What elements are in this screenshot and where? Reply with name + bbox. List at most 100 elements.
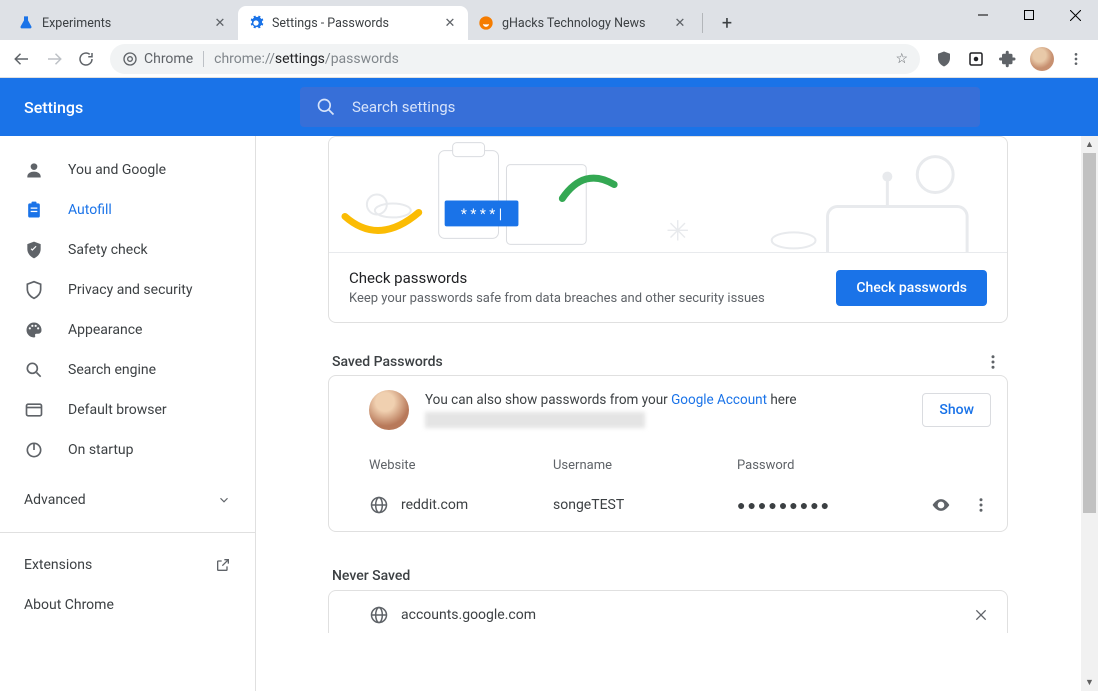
chevron-down-icon bbox=[217, 493, 231, 507]
new-tab-button[interactable]: + bbox=[713, 9, 741, 37]
url-text: chrome://settings/passwords bbox=[214, 51, 399, 67]
chip-label: Chrome bbox=[144, 51, 193, 67]
window-controls bbox=[960, 0, 1098, 30]
svg-text:✳︎: ✳︎ bbox=[666, 214, 689, 247]
sidebar-item-label: You and Google bbox=[68, 162, 166, 178]
back-button[interactable] bbox=[8, 45, 36, 73]
tab-experiments[interactable]: Experiments ✕ bbox=[8, 6, 238, 40]
col-username: Username bbox=[553, 458, 737, 473]
scrollbar[interactable]: ▲ ▼ bbox=[1081, 136, 1098, 691]
sidebar-item-label: Appearance bbox=[68, 322, 142, 338]
scroll-up-arrow[interactable]: ▲ bbox=[1081, 136, 1098, 153]
sidebar-about-chrome[interactable]: About Chrome bbox=[0, 585, 255, 625]
check-passwords-card: * * * * | ✳︎ Check bbox=[328, 136, 1008, 323]
sidebar-item-label: Safety check bbox=[68, 242, 148, 258]
page-title: Settings bbox=[0, 98, 300, 117]
never-saved-heading: Never Saved bbox=[328, 548, 1008, 590]
password-mask: ●●●●●●●●● bbox=[737, 497, 919, 514]
power-icon bbox=[24, 440, 44, 460]
sidebar-item-label: Search engine bbox=[68, 362, 156, 378]
sidebar-item-default-browser[interactable]: Default browser bbox=[0, 390, 255, 430]
password-row: reddit.com songeTEST ●●●●●●●●● bbox=[329, 483, 1007, 527]
advanced-label: Advanced bbox=[24, 492, 86, 508]
check-passwords-button[interactable]: Check passwords bbox=[836, 270, 987, 306]
search-icon bbox=[24, 360, 44, 380]
account-text-suffix: here bbox=[767, 392, 797, 408]
star-icon[interactable]: ☆ bbox=[895, 51, 908, 67]
flask-icon bbox=[18, 15, 34, 31]
col-password: Password bbox=[737, 458, 991, 473]
extensions-button[interactable] bbox=[994, 45, 1022, 73]
account-avatar bbox=[369, 390, 409, 430]
open-in-new-icon bbox=[215, 557, 231, 573]
reload-button[interactable] bbox=[72, 45, 100, 73]
sidebar-item-appearance[interactable]: Appearance bbox=[0, 310, 255, 350]
sidebar-extensions[interactable]: Extensions bbox=[0, 545, 255, 585]
forward-button[interactable] bbox=[40, 45, 68, 73]
google-account-link[interactable]: Google Account bbox=[671, 392, 767, 408]
sidebar-item-you-and-google[interactable]: You and Google bbox=[0, 150, 255, 190]
person-icon bbox=[24, 160, 44, 180]
sidebar-item-on-startup[interactable]: On startup bbox=[0, 430, 255, 470]
gear-icon bbox=[248, 15, 264, 31]
tab-ghacks[interactable]: gHacks Technology News ✕ bbox=[468, 6, 698, 40]
tab-title: Settings - Passwords bbox=[272, 16, 442, 31]
check-subtitle: Keep your passwords safe from data breac… bbox=[349, 291, 836, 306]
tab-settings-passwords[interactable]: Settings - Passwords ✕ bbox=[238, 6, 468, 40]
chrome-menu-button[interactable] bbox=[1062, 45, 1090, 73]
remove-never-saved-button[interactable] bbox=[971, 605, 991, 625]
username-value: songeTEST bbox=[553, 497, 737, 513]
browser-icon bbox=[24, 400, 44, 420]
search-input[interactable] bbox=[352, 98, 964, 116]
account-text-prefix: You can also show passwords from your bbox=[425, 392, 671, 408]
saved-passwords-heading: Saved Passwords bbox=[332, 354, 443, 370]
never-saved-site: accounts.google.com bbox=[401, 607, 536, 623]
check-title: Check passwords bbox=[349, 269, 836, 287]
tab-title: gHacks Technology News bbox=[502, 16, 672, 31]
close-icon[interactable]: ✕ bbox=[212, 15, 228, 31]
never-saved-row: accounts.google.com bbox=[329, 591, 1007, 633]
close-icon[interactable]: ✕ bbox=[672, 15, 688, 31]
address-bar[interactable]: Chrome chrome://settings/passwords ☆ bbox=[110, 44, 920, 74]
chrome-chip: Chrome bbox=[122, 51, 204, 67]
close-window-button[interactable] bbox=[1052, 0, 1098, 30]
redacted-email bbox=[425, 412, 645, 428]
scroll-down-arrow[interactable]: ▼ bbox=[1081, 674, 1098, 691]
ublock-icon[interactable] bbox=[930, 45, 958, 73]
sidebar-item-safety-check[interactable]: Safety check bbox=[0, 230, 255, 270]
extensions-label: Extensions bbox=[24, 557, 92, 573]
sidebar-item-autofill[interactable]: Autofill bbox=[0, 190, 255, 230]
sidebar-item-privacy[interactable]: Privacy and security bbox=[0, 270, 255, 310]
sidebar-item-label: Autofill bbox=[68, 202, 112, 218]
palette-icon bbox=[24, 320, 44, 340]
profile-avatar[interactable] bbox=[1030, 47, 1054, 71]
globe-icon bbox=[369, 605, 389, 625]
site-name[interactable]: reddit.com bbox=[401, 497, 468, 513]
content-area: * * * * | ✳︎ Check bbox=[256, 136, 1098, 691]
settings-search[interactable] bbox=[300, 87, 980, 127]
banner-illustration: * * * * | ✳︎ bbox=[329, 137, 1007, 253]
extension-icon-1[interactable] bbox=[962, 45, 990, 73]
scroll-thumb[interactable] bbox=[1083, 153, 1096, 513]
col-website: Website bbox=[369, 458, 553, 473]
show-passwords-button[interactable]: Show bbox=[922, 393, 991, 427]
shield-check-icon bbox=[24, 240, 44, 260]
divider bbox=[0, 532, 255, 533]
about-label: About Chrome bbox=[24, 597, 114, 613]
shield-icon bbox=[24, 280, 44, 300]
globe-icon bbox=[369, 495, 389, 515]
google-account-row: You can also show passwords from your Go… bbox=[329, 376, 1007, 444]
minimize-button[interactable] bbox=[960, 0, 1006, 30]
sidebar-item-search-engine[interactable]: Search engine bbox=[0, 350, 255, 390]
tab-separator bbox=[702, 13, 703, 33]
sidebar-advanced[interactable]: Advanced bbox=[0, 480, 255, 520]
svg-text:* * * * |: * * * * | bbox=[461, 206, 502, 222]
close-icon[interactable]: ✕ bbox=[442, 15, 458, 31]
show-password-icon[interactable] bbox=[931, 495, 951, 515]
sidebar-item-label: On startup bbox=[68, 442, 134, 458]
sidebar-item-label: Privacy and security bbox=[68, 282, 192, 298]
saved-passwords-menu[interactable] bbox=[984, 353, 1002, 371]
maximize-button[interactable] bbox=[1006, 0, 1052, 30]
sidebar: You and Google Autofill Safety check Pri… bbox=[0, 136, 256, 691]
password-row-menu[interactable] bbox=[971, 495, 991, 515]
